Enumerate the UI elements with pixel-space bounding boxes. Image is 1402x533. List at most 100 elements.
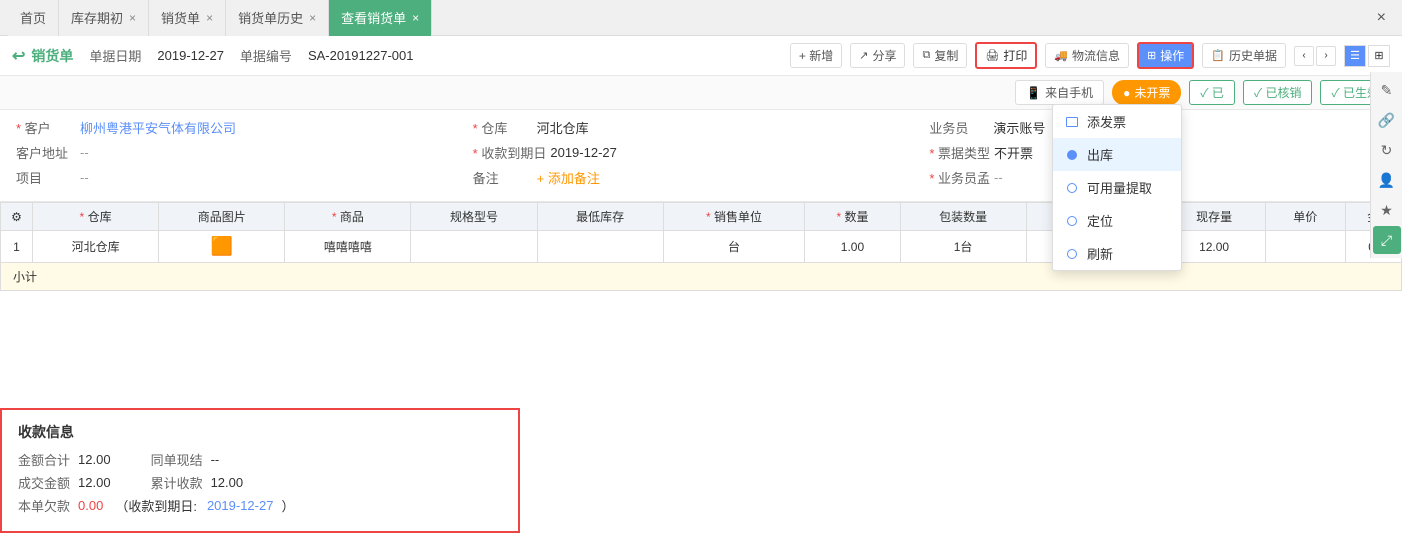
add-note-btn[interactable]: + 添加备注	[537, 168, 600, 187]
sidebar-link-icon[interactable]: 🔗	[1373, 106, 1401, 134]
th-image: 商品图片	[159, 203, 285, 231]
nav-arrows: ‹ ›	[1294, 46, 1336, 66]
cumulative-value: 12.00	[211, 475, 244, 490]
print-btn[interactable]: 🖨 打印	[975, 42, 1037, 69]
dropdown-item-outbound[interactable]: 出库	[1053, 138, 1181, 171]
doc-header: ↩ 销货单 单据日期 2019-12-27 单据编号 SA-20191227-0…	[0, 36, 1402, 76]
tab-sales-close[interactable]: ×	[206, 11, 213, 25]
view-toggle: ☰ ⊞	[1344, 45, 1390, 67]
table-row: 1 河北仓库 🟧 嘻嘻嘻嘻 台 1.00 1台 12.00 0.	[1, 231, 1402, 263]
th-unit-price: 单价	[1266, 203, 1346, 231]
due-date-value: 2019-12-27	[550, 145, 617, 160]
same-order-item: 同单现结 --	[151, 450, 220, 469]
same-order-label: 同单现结	[151, 450, 203, 469]
doc-type-icon: ↩	[12, 46, 25, 66]
total-value: 12.00	[78, 452, 111, 467]
refresh-icon	[1065, 247, 1079, 261]
doc-type-title: ↩ 销货单	[12, 46, 73, 66]
tab-inventory[interactable]: 库存期初 ×	[59, 0, 149, 36]
window-close-btn[interactable]: ×	[1369, 9, 1394, 27]
doc-number-value: SA-20191227-001	[308, 48, 414, 63]
subtotal-row: 小计	[1, 263, 1402, 291]
right-sidebar: ✎ 🔗 ↻ 👤 ★ ⤢	[1370, 72, 1402, 258]
due-date-label: 收款到期日	[473, 143, 547, 162]
cell-spec	[411, 231, 537, 263]
tab-home[interactable]: 首页	[8, 0, 59, 36]
available-qty-icon	[1065, 181, 1079, 195]
nav-prev[interactable]: ‹	[1294, 46, 1314, 66]
ops-btn[interactable]: ⊞ 操作	[1137, 42, 1194, 69]
customer-field: 客户 柳州粤港平安气体有限公司	[16, 118, 473, 137]
locate-icon	[1065, 214, 1079, 228]
doc-meta: 单据日期 2019-12-27 单据编号 SA-20191227-001	[89, 46, 413, 65]
view-list-btn[interactable]: ☰	[1344, 45, 1366, 67]
th-unit: 销售单位	[663, 203, 805, 231]
share-btn[interactable]: ↗ 分享	[850, 43, 905, 68]
history-icon: 📋	[1211, 49, 1225, 62]
customer-value[interactable]: 柳州粤港平安气体有限公司	[80, 118, 236, 137]
th-pack-qty: 包装数量	[900, 203, 1026, 231]
tab-bar: 首页 库存期初 × 销货单 × 销货单历史 × 查看销货单 × ×	[0, 0, 1402, 36]
tab-view-sales-close[interactable]: ×	[412, 11, 419, 25]
nav-next[interactable]: ›	[1316, 46, 1336, 66]
dropdown-item-refresh[interactable]: 刷新	[1053, 237, 1181, 270]
cell-pack-qty: 1台	[900, 231, 1026, 263]
cell-unit: 台	[663, 231, 805, 263]
tab-sales-history[interactable]: 销货单历史 ×	[226, 0, 329, 36]
dropdown-item-locate[interactable]: 定位	[1053, 204, 1181, 237]
sidebar-edit-icon[interactable]: ✎	[1373, 76, 1401, 104]
deal-amount-item: 成交金额 12.00	[18, 473, 111, 492]
cell-product: 嘻嘻嘻嘻	[285, 231, 411, 263]
sidebar-expand-icon[interactable]: ⤢	[1373, 226, 1401, 254]
tab-sales[interactable]: 销货单 ×	[149, 0, 226, 36]
copy-btn[interactable]: ⧉ 复制	[913, 43, 967, 68]
doc-date-label: 单据日期	[89, 46, 141, 65]
tab-view-sales[interactable]: 查看销货单 ×	[329, 0, 432, 36]
staff-label: 业务员	[929, 118, 989, 137]
check-btn[interactable]: ✓ 已	[1189, 80, 1235, 105]
due-close: ）	[281, 496, 294, 515]
due-date-field: 收款到期日 2019-12-27	[473, 143, 930, 162]
toolbar: + 新增 ↗ 分享 ⧉ 复制 🖨 打印 🚚 物流信息	[790, 42, 1390, 69]
total-item: 金额合计 12.00	[18, 450, 111, 469]
outbound-icon	[1065, 148, 1079, 162]
new-btn[interactable]: + 新增	[790, 43, 842, 68]
ticket-value: 不开票	[994, 143, 1033, 162]
sidebar-refresh-icon[interactable]: ↻	[1373, 136, 1401, 164]
tab-inventory-close[interactable]: ×	[129, 11, 136, 25]
tab-sales-history-close[interactable]: ×	[309, 11, 316, 25]
due-date-link[interactable]: 2019-12-27	[207, 498, 274, 513]
history-btn[interactable]: 📋 历史单据	[1202, 43, 1286, 68]
cell-unit-price	[1266, 231, 1346, 263]
canceled-btn[interactable]: ✓ 已核销	[1243, 80, 1313, 105]
cell-warehouse: 河北仓库	[33, 231, 159, 263]
sidebar-user-icon[interactable]: 👤	[1373, 166, 1401, 194]
dropdown-item-available-qty[interactable]: 可用量提取	[1053, 171, 1181, 204]
project-field: 项目 --	[16, 168, 473, 187]
th-spec: 规格型号	[411, 203, 537, 231]
from-phone-btn[interactable]: 📱 来自手机	[1015, 80, 1104, 105]
project-value: --	[80, 170, 89, 185]
warehouse-field: 仓库 河北仓库	[473, 118, 930, 137]
add-invoice-icon	[1065, 115, 1079, 129]
table-header-row: ⚙ 仓库 商品图片 商品 规格型号 最低库存 销售单位 数量 包装数量 可用量 …	[1, 203, 1402, 231]
staff-value: 演示账号	[993, 118, 1045, 137]
due-note: （收款到期日:	[115, 496, 197, 515]
payment-box: 收款信息 金额合计 12.00 同单现结 -- 成交金额 12.00 累计收款	[0, 408, 520, 533]
sales-staff-value: --	[994, 170, 1003, 185]
note-label: 备注	[473, 168, 533, 187]
address-field: 客户地址 --	[16, 143, 473, 162]
cell-image: 🟧	[159, 231, 285, 263]
payment-row-2: 成交金额 12.00 累计收款 12.00	[18, 473, 502, 492]
logistics-btn[interactable]: 🚚 物流信息	[1045, 43, 1129, 68]
not-open-btn[interactable]: ● 未开票	[1112, 80, 1181, 105]
th-settings: ⚙	[1, 203, 33, 231]
cumulative-label: 累计收款	[151, 473, 203, 492]
warehouse-label: 仓库	[473, 118, 533, 137]
view-grid-btn[interactable]: ⊞	[1368, 45, 1390, 67]
data-table: ⚙ 仓库 商品图片 商品 规格型号 最低库存 销售单位 数量 包装数量 可用量 …	[0, 202, 1402, 291]
dropdown-item-add-invoice[interactable]: 添发票	[1053, 105, 1181, 138]
grid-icon: ⊞	[1147, 49, 1156, 62]
sidebar-star-icon[interactable]: ★	[1373, 196, 1401, 224]
share-icon: ↗	[859, 49, 868, 62]
